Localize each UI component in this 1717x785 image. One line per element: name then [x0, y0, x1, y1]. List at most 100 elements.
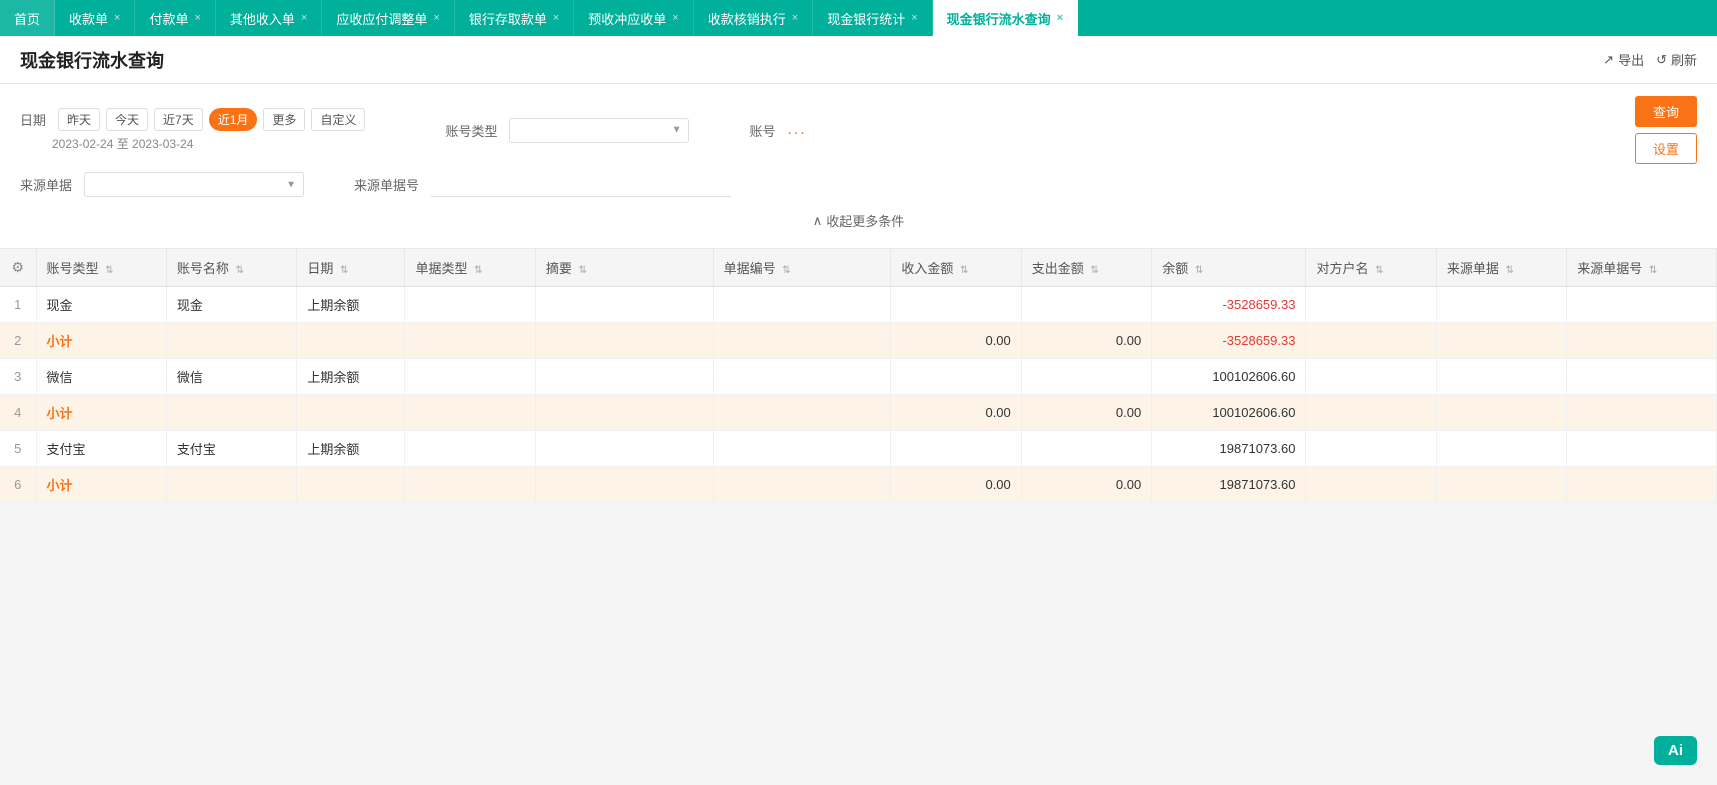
- filter-row-1: 日期 昨天今天近7天近1月更多自定义 2023-02-24 至 2023-03-…: [20, 96, 1697, 164]
- sort-icon-account-type[interactable]: ⇅: [105, 265, 113, 276]
- cell-date: 上期余额: [297, 431, 405, 467]
- cell-summary: [535, 431, 713, 467]
- cell-source-doc: [1436, 287, 1566, 323]
- date-btn-近1月[interactable]: 近1月: [209, 108, 258, 131]
- account-dots[interactable]: ...: [787, 121, 806, 139]
- cell-account-type: 微信: [36, 359, 166, 395]
- cell-account-name: [166, 467, 296, 503]
- account-filter: 账号 ...: [749, 121, 806, 140]
- nav-tab-付款单[interactable]: 付款单 ×: [135, 0, 215, 36]
- sort-icon-income[interactable]: ⇅: [960, 265, 968, 276]
- nav-tab-收款单[interactable]: 收款单 ×: [55, 0, 135, 36]
- cell-doc-no: [713, 467, 891, 503]
- nav-home[interactable]: 首页: [0, 0, 55, 36]
- cell-doc-no: [713, 287, 891, 323]
- page-title: 现金银行流水查询: [20, 47, 164, 73]
- column-balance: 余额 ⇅: [1152, 249, 1306, 287]
- sort-icon-source-doc-no[interactable]: ⇅: [1649, 265, 1657, 276]
- nav-tab-现金银行统计[interactable]: 现金银行统计 ×: [813, 0, 932, 36]
- nav-tab-label: 应收应付调整单: [336, 9, 427, 28]
- account-type-label: 账号类型: [445, 121, 497, 140]
- cell-source-doc: [1436, 323, 1566, 359]
- column-doc-type-label: 单据类型: [415, 261, 467, 276]
- date-btn-昨天[interactable]: 昨天: [58, 108, 100, 131]
- collapse-filter-button[interactable]: ∧ 收起更多条件: [20, 205, 1697, 236]
- date-btn-近7天[interactable]: 近7天: [154, 108, 203, 131]
- settings-button[interactable]: 设置: [1635, 133, 1697, 164]
- sort-icon-date[interactable]: ⇅: [340, 265, 348, 276]
- column-doc-no-label: 单据编号: [724, 261, 776, 276]
- tab-close-btn[interactable]: ×: [553, 12, 559, 24]
- cell-date: [297, 323, 405, 359]
- nav-tab-label: 预收冲应收单: [588, 9, 666, 28]
- sort-icon-expense[interactable]: ⇅: [1090, 265, 1098, 276]
- cell-account-type: 小计: [36, 395, 166, 431]
- nav-tab-现金银行流水查询[interactable]: 现金银行流水查询×: [933, 0, 1078, 36]
- row-num: 2: [0, 323, 36, 359]
- cell-balance: -3528659.33: [1152, 323, 1306, 359]
- nav-tab-预收冲应收单[interactable]: 预收冲应收单 ×: [574, 0, 693, 36]
- cell-source-doc-no: [1567, 395, 1717, 431]
- row-num: 1: [0, 287, 36, 323]
- nav-tab-应收应付调整单[interactable]: 应收应付调整单 ×: [322, 0, 454, 36]
- cell-counterpart: [1306, 431, 1436, 467]
- column-account-name-label: 账号名称: [177, 261, 229, 276]
- column-doc-no: 单据编号 ⇅: [713, 249, 891, 287]
- top-nav: 首页 收款单×付款单×其他收入单×应收应付调整单×银行存取款单×预收冲应收单×收…: [0, 0, 1717, 36]
- ai-label: Ai: [1668, 742, 1683, 759]
- tab-close-btn[interactable]: ×: [114, 12, 120, 24]
- tab-close-btn[interactable]: ×: [301, 12, 307, 24]
- tab-close-btn[interactable]: ×: [792, 12, 798, 24]
- sort-icon-balance[interactable]: ⇅: [1195, 265, 1203, 276]
- tab-close-btn[interactable]: ×: [433, 12, 439, 24]
- cell-expense: 0.00: [1021, 395, 1151, 431]
- table-section: ⚙ 账号类型 ⇅ 账号名称 ⇅ 日期 ⇅ 单据类型 ⇅: [0, 249, 1717, 503]
- sort-icon-source-doc[interactable]: ⇅: [1506, 265, 1514, 276]
- tab-close-btn[interactable]: ×: [1057, 12, 1063, 24]
- cell-expense: [1021, 359, 1151, 395]
- nav-tab-label: 现金银行统计: [827, 9, 905, 28]
- tab-close-btn[interactable]: ×: [672, 12, 678, 24]
- sort-icon-counterpart[interactable]: ⇅: [1375, 265, 1383, 276]
- date-btn-自定义[interactable]: 自定义: [311, 108, 365, 131]
- tab-close-btn[interactable]: ×: [194, 12, 200, 24]
- cell-source-doc: [1436, 395, 1566, 431]
- cell-balance: -3528659.33: [1152, 287, 1306, 323]
- sort-icon-doc-type[interactable]: ⇅: [474, 265, 482, 276]
- tab-close-btn[interactable]: ×: [911, 12, 917, 24]
- cell-doc-no: [713, 431, 891, 467]
- account-type-select-wrapper: [509, 118, 689, 143]
- account-type-select[interactable]: [509, 118, 689, 143]
- sort-icon-account-name[interactable]: ⇅: [236, 265, 244, 276]
- gear-icon[interactable]: ⚙: [11, 259, 24, 275]
- nav-tab-其他收入单[interactable]: 其他收入单 ×: [216, 0, 322, 36]
- cell-account-name: 微信: [166, 359, 296, 395]
- nav-tab-收款核销执行[interactable]: 收款核销执行 ×: [694, 0, 813, 36]
- export-label: 导出: [1618, 50, 1644, 69]
- ai-badge[interactable]: Ai: [1654, 736, 1697, 765]
- date-btn-今天[interactable]: 今天: [106, 108, 148, 131]
- nav-tab-label: 付款单: [149, 9, 188, 28]
- table-row: 3 微信 微信 上期余额 100102606.60: [0, 359, 1717, 395]
- cell-date: [297, 467, 405, 503]
- nav-tab-label: 收款核销执行: [708, 9, 786, 28]
- nav-tab-label: 收款单: [69, 9, 108, 28]
- cell-doc-no: [713, 359, 891, 395]
- sort-icon-doc-no[interactable]: ⇅: [782, 265, 790, 276]
- row-num: 4: [0, 395, 36, 431]
- nav-tab-银行存取款单[interactable]: 银行存取款单×: [455, 0, 574, 36]
- date-label: 日期: [20, 110, 46, 129]
- query-button[interactable]: 查询: [1635, 96, 1697, 127]
- column-source-doc: 来源单据 ⇅: [1436, 249, 1566, 287]
- date-btn-更多[interactable]: 更多: [263, 108, 305, 131]
- export-button[interactable]: ↗ 导出: [1603, 50, 1644, 69]
- source-doc-select[interactable]: [84, 172, 304, 197]
- source-doc-no-input[interactable]: [431, 173, 731, 197]
- cell-income: [891, 287, 1021, 323]
- nav-tab-label: 其他收入单: [230, 9, 295, 28]
- account-type-filter: 账号类型: [445, 118, 689, 143]
- sort-icon-summary[interactable]: ⇅: [579, 265, 587, 276]
- cell-account-type: 小计: [36, 467, 166, 503]
- refresh-button[interactable]: ↺ 刷新: [1656, 50, 1697, 69]
- column-gear: ⚙: [0, 249, 36, 287]
